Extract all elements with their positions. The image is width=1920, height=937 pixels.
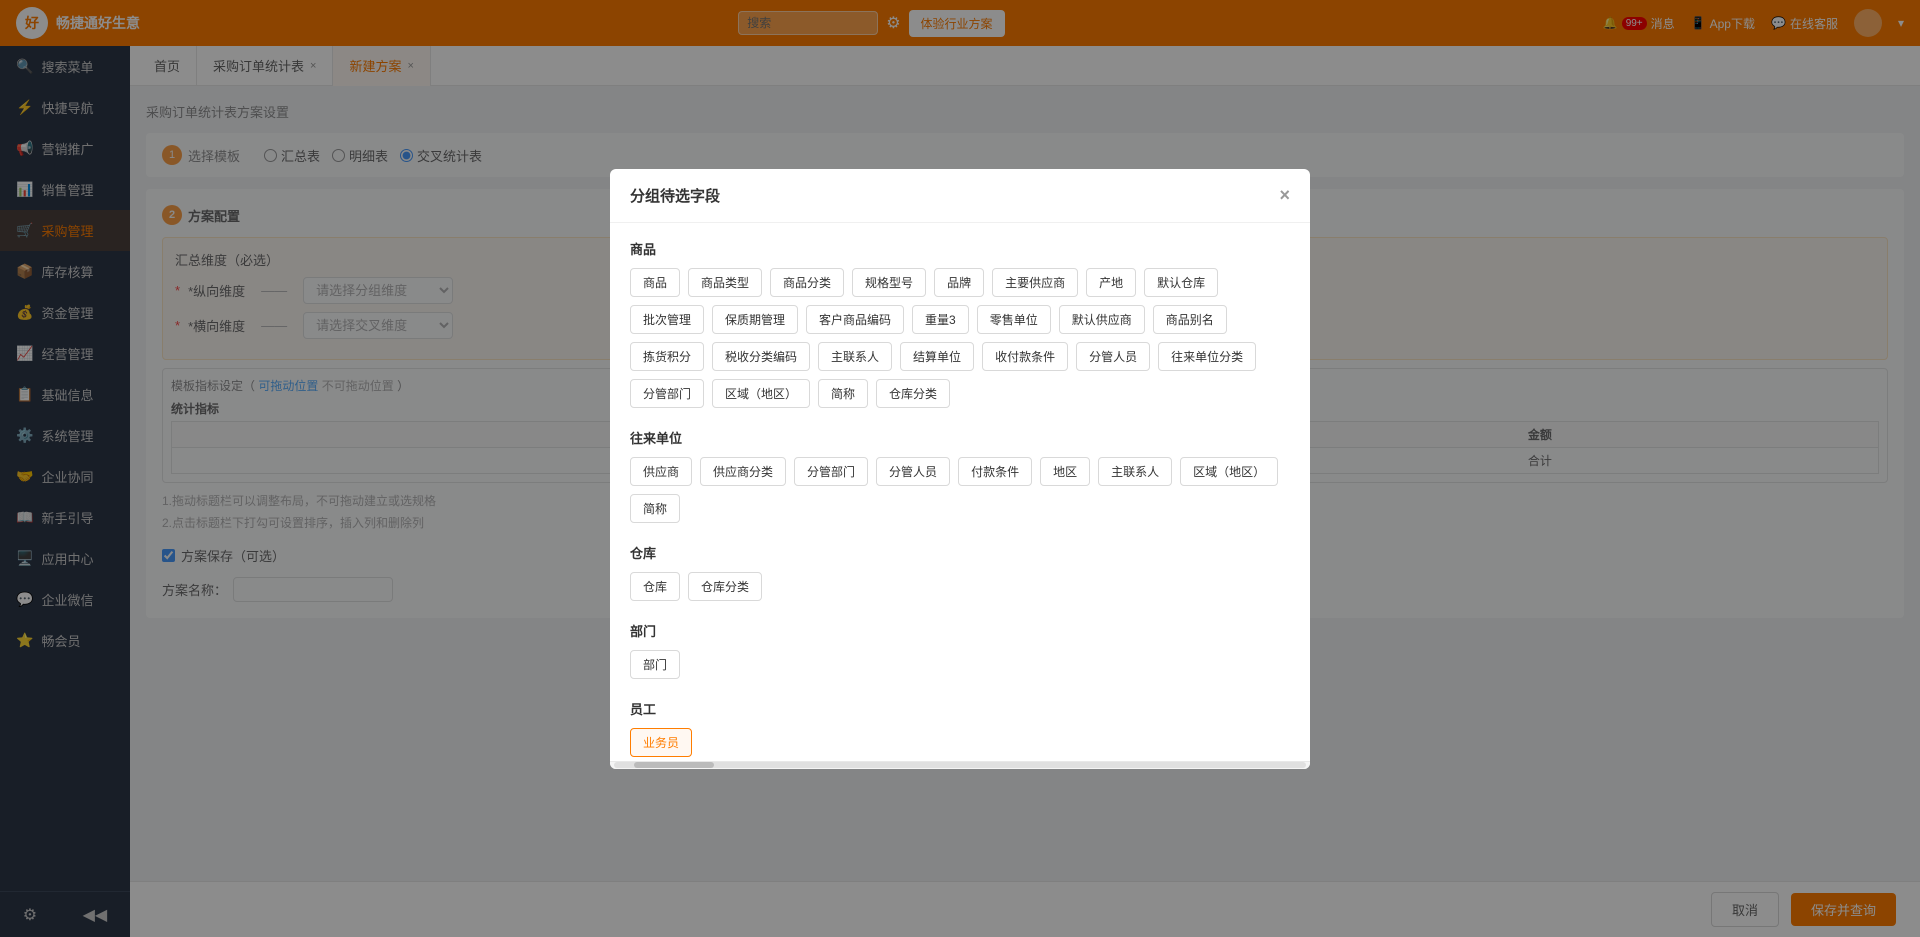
field-tag[interactable]: 分管部门 bbox=[794, 457, 868, 486]
warehouse-tags: 仓库 仓库分类 bbox=[630, 572, 1290, 601]
field-tag[interactable]: 主要供应商 bbox=[992, 268, 1078, 297]
section-title-dept: 部门 bbox=[630, 621, 1290, 640]
field-tag[interactable]: 分管人员 bbox=[1076, 342, 1150, 371]
modal-hscroll-thumb[interactable] bbox=[634, 762, 714, 768]
field-tag[interactable]: 品牌 bbox=[934, 268, 984, 297]
field-tag[interactable]: 简称 bbox=[818, 379, 868, 408]
modal-header: 分组待选字段 × bbox=[610, 169, 1310, 223]
field-tag[interactable]: 仓库分类 bbox=[688, 572, 762, 601]
goods-tags: 商品 商品类型 商品分类 规格型号 品牌 主要供应商 产地 默认仓库 批次管理 … bbox=[630, 268, 1290, 408]
field-tag[interactable]: 产地 bbox=[1086, 268, 1136, 297]
field-tag[interactable]: 仓库分类 bbox=[876, 379, 950, 408]
section-title-employee: 员工 bbox=[630, 699, 1290, 718]
modal-overlay[interactable]: 分组待选字段 × 商品 商品 商品类型 商品分类 规格型号 品牌 主要供应商 产… bbox=[0, 0, 1920, 937]
field-tag[interactable]: 客户商品编码 bbox=[806, 305, 904, 334]
field-section-warehouse: 仓库 仓库 仓库分类 bbox=[630, 543, 1290, 601]
field-tag[interactable]: 供应商 bbox=[630, 457, 692, 486]
field-tag[interactable]: 税收分类编码 bbox=[712, 342, 810, 371]
field-tag[interactable]: 地区 bbox=[1040, 457, 1090, 486]
field-selector-modal: 分组待选字段 × 商品 商品 商品类型 商品分类 规格型号 品牌 主要供应商 产… bbox=[610, 169, 1310, 769]
section-title-goods: 商品 bbox=[630, 239, 1290, 258]
field-tag[interactable]: 分管人员 bbox=[876, 457, 950, 486]
field-tag[interactable]: 结算单位 bbox=[900, 342, 974, 371]
field-tag[interactable]: 收付款条件 bbox=[982, 342, 1068, 371]
section-title-partner: 往来单位 bbox=[630, 428, 1290, 447]
field-section-employee: 员工 业务员 bbox=[630, 699, 1290, 757]
field-tag[interactable]: 商品别名 bbox=[1153, 305, 1227, 334]
field-tag[interactable]: 批次管理 bbox=[630, 305, 704, 334]
modal-title: 分组待选字段 bbox=[630, 185, 720, 206]
field-tag[interactable]: 区域（地区） bbox=[712, 379, 810, 408]
modal-hscroll-track bbox=[614, 762, 1306, 768]
field-tag[interactable]: 区域（地区） bbox=[1180, 457, 1278, 486]
field-tag[interactable]: 重量3 bbox=[912, 305, 969, 334]
section-title-warehouse: 仓库 bbox=[630, 543, 1290, 562]
field-tag[interactable]: 默认供应商 bbox=[1059, 305, 1145, 334]
field-tag[interactable]: 拣货积分 bbox=[630, 342, 704, 371]
field-section-goods: 商品 商品 商品类型 商品分类 规格型号 品牌 主要供应商 产地 默认仓库 批次… bbox=[630, 239, 1290, 408]
modal-close-button[interactable]: × bbox=[1279, 186, 1290, 204]
field-tag[interactable]: 往来单位分类 bbox=[1158, 342, 1256, 371]
field-tag[interactable]: 部门 bbox=[630, 650, 680, 679]
field-tag-salesperson[interactable]: 业务员 bbox=[630, 728, 692, 757]
field-section-partner: 往来单位 供应商 供应商分类 分管部门 分管人员 付款条件 地区 主联系人 区域… bbox=[630, 428, 1290, 523]
field-tag[interactable]: 分管部门 bbox=[630, 379, 704, 408]
dept-tags: 部门 bbox=[630, 650, 1290, 679]
field-tag[interactable]: 付款条件 bbox=[958, 457, 1032, 486]
field-tag[interactable]: 简称 bbox=[630, 494, 680, 523]
field-tag[interactable]: 仓库 bbox=[630, 572, 680, 601]
field-section-dept: 部门 部门 bbox=[630, 621, 1290, 679]
employee-tags: 业务员 bbox=[630, 728, 1290, 757]
partner-tags: 供应商 供应商分类 分管部门 分管人员 付款条件 地区 主联系人 区域（地区） … bbox=[630, 457, 1290, 523]
modal-body[interactable]: 商品 商品 商品类型 商品分类 规格型号 品牌 主要供应商 产地 默认仓库 批次… bbox=[610, 223, 1310, 761]
field-tag[interactable]: 供应商分类 bbox=[700, 457, 786, 486]
modal-horizontal-scrollbar[interactable] bbox=[610, 761, 1310, 769]
field-tag[interactable]: 默认仓库 bbox=[1144, 268, 1218, 297]
field-tag[interactable]: 保质期管理 bbox=[712, 305, 798, 334]
field-tag[interactable]: 主联系人 bbox=[818, 342, 892, 371]
field-tag[interactable]: 商品 bbox=[630, 268, 680, 297]
field-tag[interactable]: 规格型号 bbox=[852, 268, 926, 297]
field-tag[interactable]: 商品类型 bbox=[688, 268, 762, 297]
field-tag[interactable]: 商品分类 bbox=[770, 268, 844, 297]
field-tag[interactable]: 零售单位 bbox=[977, 305, 1051, 334]
field-tag[interactable]: 主联系人 bbox=[1098, 457, 1172, 486]
